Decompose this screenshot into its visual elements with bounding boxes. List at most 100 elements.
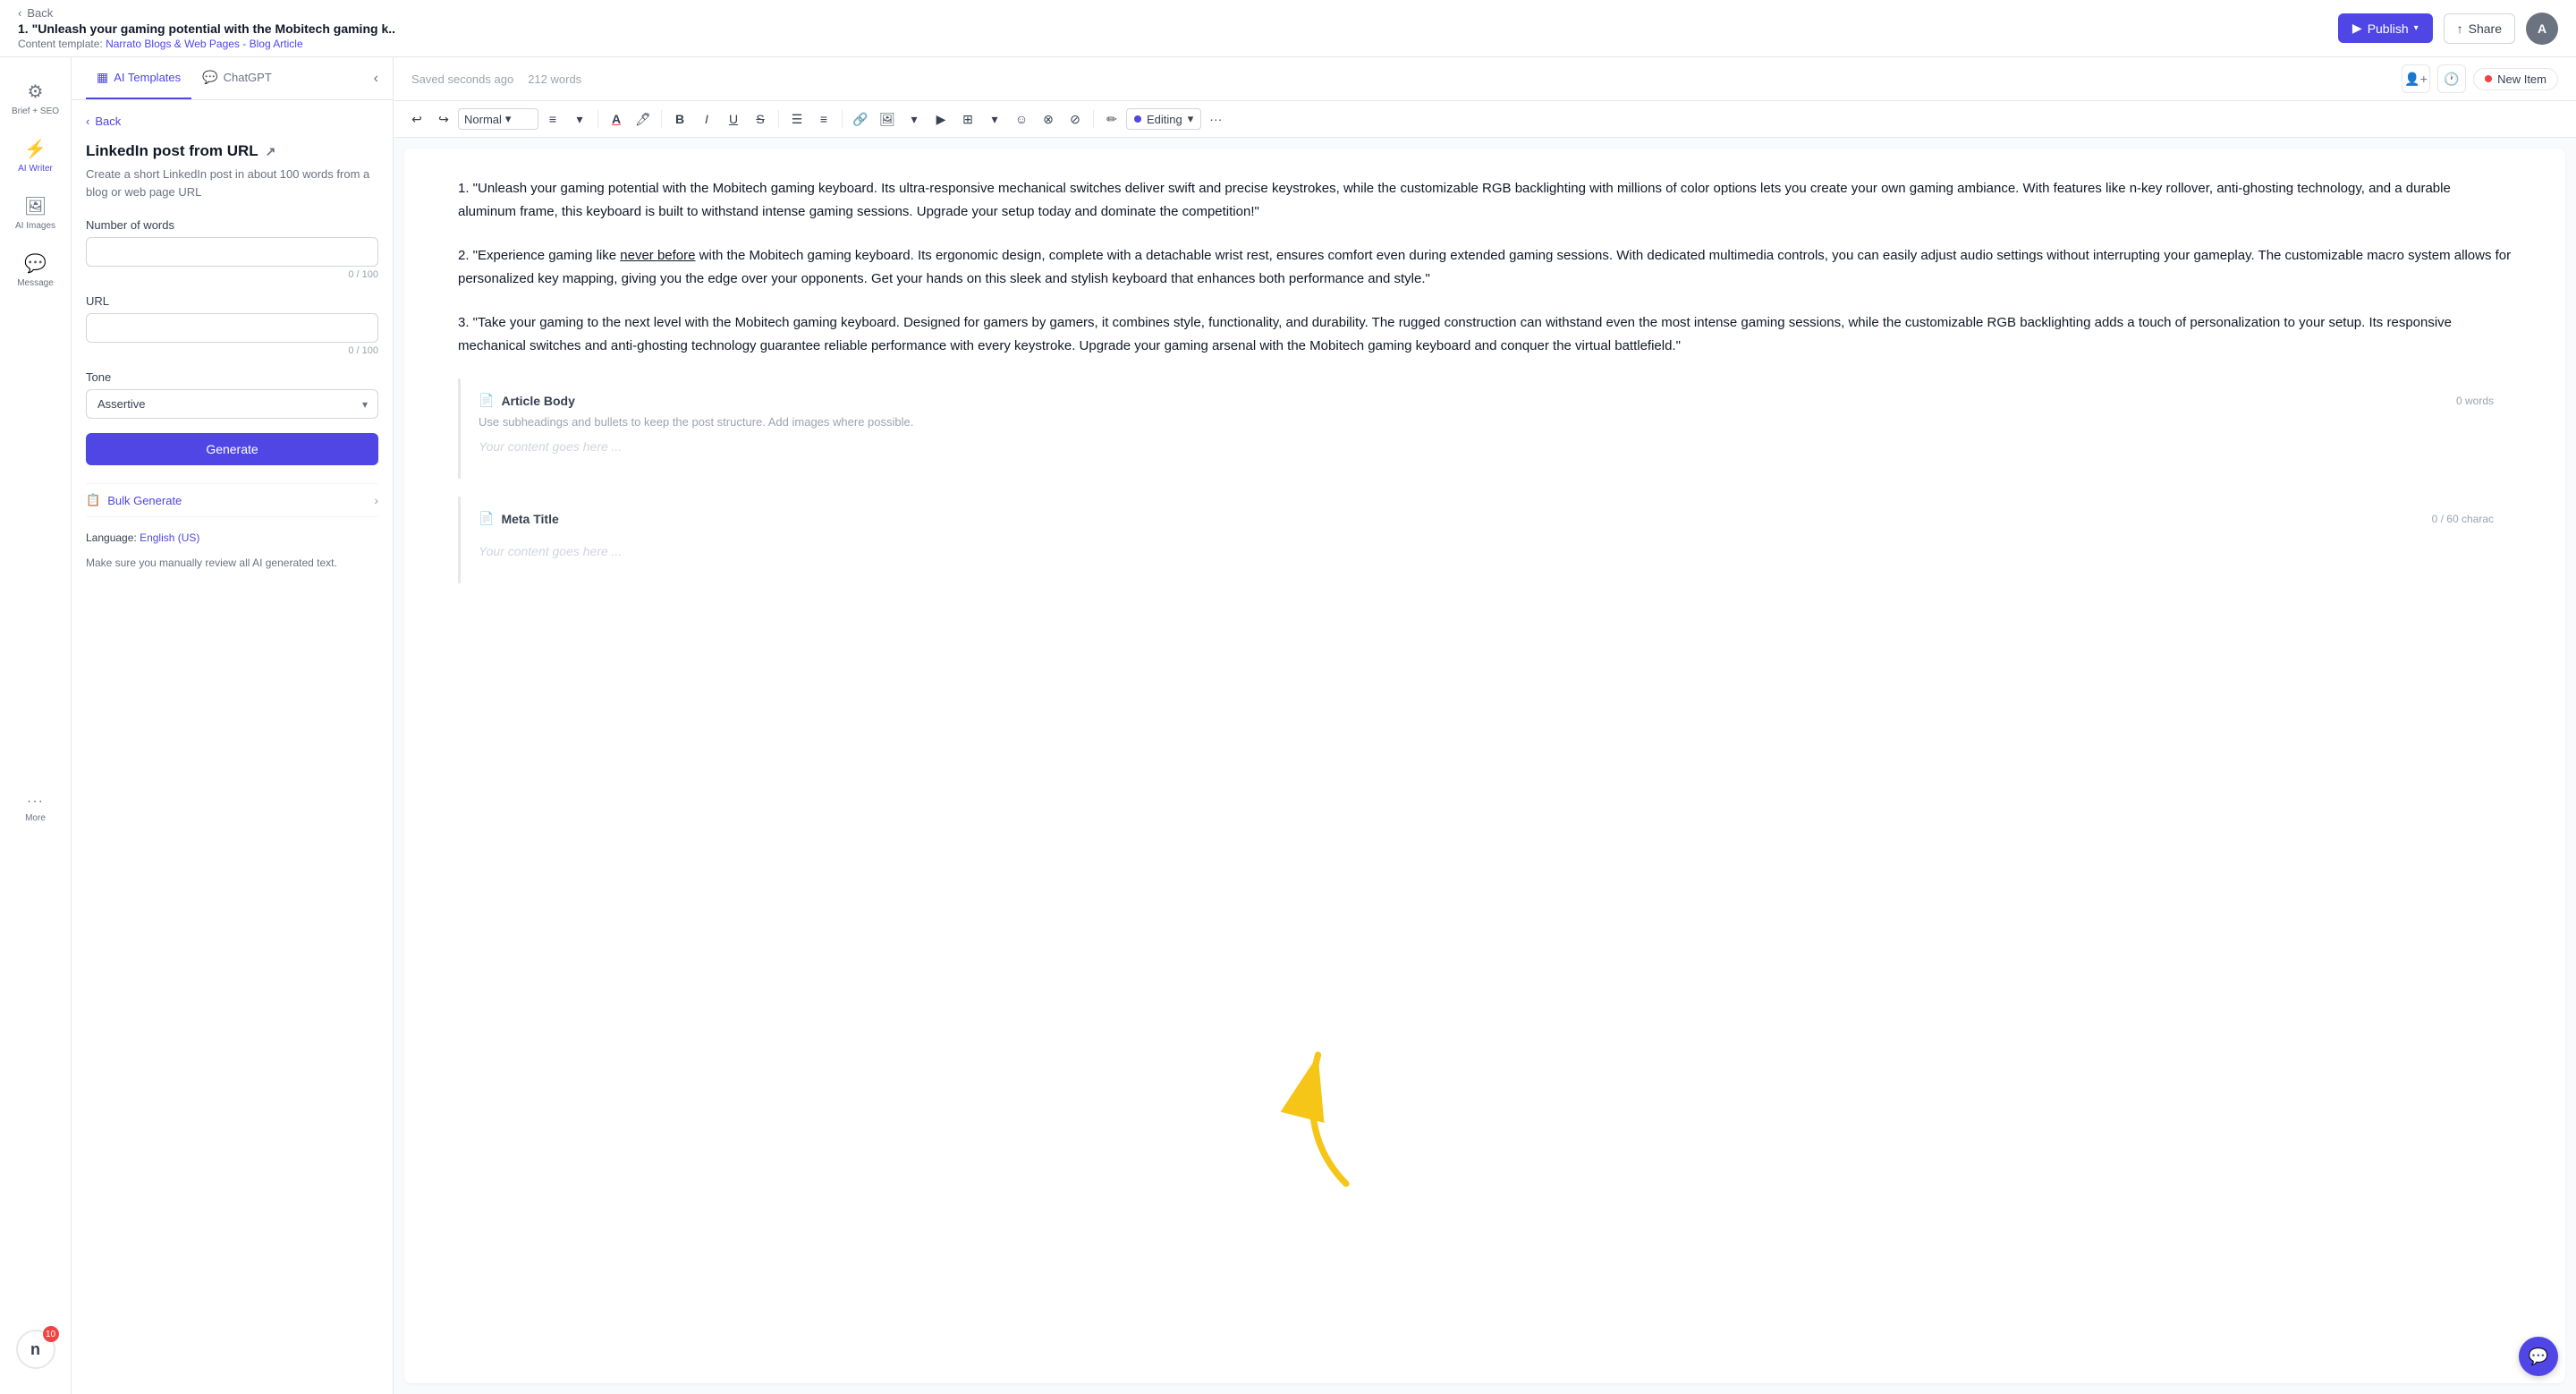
field-tone: Tone Assertive Professional Casual Forma…	[86, 370, 378, 419]
chat-bubble[interactable]: 💬	[2519, 1337, 2558, 1376]
sidebar-item-message[interactable]: 💬 Message	[4, 243, 68, 297]
history-icon-btn[interactable]: 🕐	[2437, 64, 2466, 93]
panel-back[interactable]: ‹ Back	[86, 115, 378, 128]
message-icon: 💬	[24, 252, 47, 275]
text-color-button[interactable]: A	[604, 106, 629, 132]
italic-button[interactable]: I	[694, 106, 719, 132]
table-more-button[interactable]: ▾	[982, 106, 1007, 132]
paragraph-1: 1. "Unleash your gaming potential with t…	[458, 177, 2512, 223]
template-link[interactable]: Narrato Blogs & Web Pages - Blog Article	[106, 38, 303, 50]
bulk-generate[interactable]: 📋 Bulk Generate ›	[86, 483, 378, 517]
header-right: ▶ Publish ▾ ↑ Share A	[2338, 13, 2558, 45]
undo-button[interactable]: ↩	[404, 106, 429, 132]
editing-badge[interactable]: Editing ▾	[1126, 108, 1201, 130]
back-link[interactable]: ‹ Back	[18, 6, 395, 20]
panel-collapse-icon[interactable]: ‹	[374, 71, 378, 87]
new-item-dot	[2485, 75, 2492, 82]
emoji-button[interactable]: ☺	[1009, 106, 1034, 132]
url-input[interactable]	[86, 313, 378, 343]
sidebar-item-ai-images[interactable]: 🖼 AI Images	[4, 186, 68, 240]
ai-templates-tab-icon: ▦	[97, 70, 108, 85]
num-words-label: Number of words	[86, 218, 378, 232]
toolbar-divider-2	[661, 110, 662, 128]
sidebar-item-more[interactable]: ··· More	[4, 785, 68, 832]
num-words-input[interactable]	[86, 237, 378, 267]
sidebar-item-brief-seo[interactable]: ⚙ Brief + SEO	[4, 72, 68, 125]
image-button[interactable]: 🖼	[875, 106, 900, 132]
editor-area: Saved seconds ago 212 words 👤+ 🕐 New Ite…	[394, 57, 2576, 1394]
article-body-hint: Use subheadings and bullets to keep the …	[479, 415, 2494, 429]
align-more-button[interactable]: ▾	[567, 106, 592, 132]
external-link-icon: ↗	[266, 144, 276, 159]
redo-button[interactable]: ↪	[431, 106, 456, 132]
notification-count: 10	[43, 1326, 59, 1342]
editing-dot	[1134, 115, 1141, 123]
toolbar-divider-5	[1093, 110, 1094, 128]
editor-actions: 👤+ 🕐 New Item	[2402, 64, 2558, 93]
avatar[interactable]: A	[2526, 13, 2558, 45]
bold-button[interactable]: B	[667, 106, 692, 132]
users-icon-btn[interactable]: 👤+	[2402, 64, 2430, 93]
template-title: LinkedIn post from URL ↗	[86, 142, 378, 160]
generate-button[interactable]: Generate	[86, 433, 378, 465]
tone-label: Tone	[86, 370, 378, 384]
bullet-list-button[interactable]: ☰	[784, 106, 809, 132]
url-label: URL	[86, 294, 378, 308]
ai-writer-icon: ⚡	[24, 138, 47, 160]
section-article-body-header: 📄 Article Body 0 words	[479, 393, 2494, 408]
more-icon: ···	[27, 794, 44, 810]
num-words-hint: 0 / 100	[86, 269, 378, 280]
language-info: Language: English (US)	[86, 531, 378, 544]
publish-chevron-icon: ▾	[2414, 23, 2419, 33]
share-icon: ↑	[2457, 21, 2463, 36]
editor-topbar: Saved seconds ago 212 words 👤+ 🕐 New Ite…	[394, 57, 2576, 101]
section-meta-title-header: 📄 Meta Title 0 / 60 charac	[479, 511, 2494, 526]
field-num-words: Number of words 0 / 100	[86, 218, 378, 280]
section-meta-title: 📄 Meta Title 0 / 60 charac Your content …	[458, 497, 2512, 583]
meta-title-placeholder[interactable]: Your content goes here ...	[479, 533, 2494, 569]
url-hint: 0 / 100	[86, 345, 378, 356]
style-chevron-icon: ▾	[505, 112, 512, 126]
arrow-annotation	[1268, 1039, 1376, 1204]
numbered-list-button[interactable]: ≡	[811, 106, 836, 132]
tab-ai-templates[interactable]: ▦ AI Templates	[86, 57, 191, 99]
tone-select[interactable]: Assertive Professional Casual Formal Fri…	[86, 389, 378, 419]
new-item-badge[interactable]: New Item	[2473, 68, 2558, 90]
style-select[interactable]: Normal ▾	[458, 108, 538, 130]
image-more-button[interactable]: ▾	[902, 106, 927, 132]
play-button[interactable]: ▶	[928, 106, 953, 132]
publish-button[interactable]: ▶ Publish ▾	[2338, 13, 2433, 43]
more-options-button[interactable]: ···	[1203, 106, 1228, 132]
main-layout: ⚙ Brief + SEO ⚡ AI Writer 🖼 AI Images 💬 …	[0, 57, 2576, 1394]
clear-format-button[interactable]: ⊘	[1063, 106, 1088, 132]
panel: ▦ AI Templates 💬 ChatGPT ‹ ‹ Back Linked…	[72, 57, 394, 1394]
special-chars-button[interactable]: ⊗	[1036, 106, 1061, 132]
disclaimer: Make sure you manually review all AI gen…	[86, 555, 378, 571]
strikethrough-button[interactable]: S	[748, 106, 773, 132]
sidebar-item-ai-writer[interactable]: ⚡ AI Writer	[4, 129, 68, 183]
play-icon: ▶	[2352, 21, 2362, 36]
editor-toolbar: ↩ ↪ Normal ▾ ≡ ▾ A 🖊 B I U S ☰ ≡ 🔗 🖼 ▾ ▶…	[394, 101, 2576, 138]
section-article-body-title: 📄 Article Body	[479, 393, 575, 408]
share-button[interactable]: ↑ Share	[2444, 13, 2515, 44]
align-button[interactable]: ≡	[540, 106, 565, 132]
highlight-button[interactable]: 🖊	[631, 106, 656, 132]
bottom-avatar-wrapper: n 10	[16, 1319, 55, 1380]
section-icon: 📄	[479, 393, 494, 408]
field-url: URL 0 / 100	[86, 294, 378, 356]
bulk-generate-left: 📋 Bulk Generate	[86, 493, 182, 507]
content-template-info: Content template: Narrato Blogs & Web Pa…	[18, 38, 395, 50]
tab-chatgpt[interactable]: 💬 ChatGPT	[191, 57, 283, 99]
article-body-placeholder[interactable]: Your content goes here ...	[479, 429, 2494, 464]
link-button[interactable]: 🔗	[848, 106, 873, 132]
table-button[interactable]: ⊞	[955, 106, 980, 132]
chat-icon: 💬	[2529, 1347, 2548, 1366]
editor-content[interactable]: 1. "Unleash your gaming potential with t…	[404, 149, 2565, 1383]
comment-button[interactable]: ✏	[1099, 106, 1124, 132]
back-arrow-icon: ‹	[86, 115, 89, 128]
avatar-badge-wrapper[interactable]: n 10	[16, 1330, 55, 1369]
template-description: Create a short LinkedIn post in about 10…	[86, 166, 378, 200]
arrow-svg	[1268, 1039, 1376, 1200]
underline-button[interactable]: U	[721, 106, 746, 132]
meta-title-char-count: 0 / 60 charac	[2432, 513, 2494, 525]
